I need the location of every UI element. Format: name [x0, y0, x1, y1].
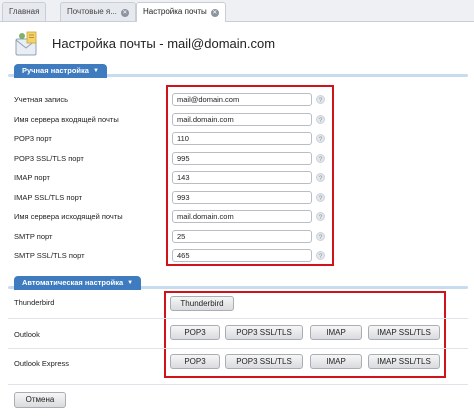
- row-divider: [8, 348, 468, 349]
- field-label: POP3 SSL/TLS порт: [14, 154, 84, 163]
- help-icon[interactable]: ?: [316, 251, 325, 260]
- client-label-outlook: Outlook: [14, 330, 40, 339]
- tab-mail-settings[interactable]: Настройка почты ✕: [136, 2, 226, 22]
- client-label-outlook-express: Outlook Express: [14, 359, 70, 368]
- outlook-express-imap-button[interactable]: IMAP: [310, 354, 362, 369]
- auto-settings-toggle[interactable]: Автоматическая настройка ▼: [14, 276, 142, 290]
- field-label: IMAP порт: [14, 173, 50, 182]
- setting-field[interactable]: [172, 113, 312, 126]
- outlook-pop3-button[interactable]: POP3: [170, 325, 220, 340]
- field-label: SMTP порт: [14, 232, 53, 241]
- help-icon[interactable]: ?: [316, 154, 325, 163]
- field-label: POP3 порт: [14, 134, 52, 143]
- chevron-down-icon: ▼: [127, 280, 134, 286]
- close-icon[interactable]: ✕: [120, 9, 129, 17]
- outlook-express-pop3-button[interactable]: POP3: [170, 354, 220, 369]
- auto-settings-title: Автоматическая настройка: [22, 278, 124, 287]
- setting-field[interactable]: [172, 171, 312, 184]
- outlook-express-pop3-ssl-button[interactable]: POP3 SSL/TLS: [225, 354, 303, 369]
- client-label-thunderbird: Thunderbird: [14, 298, 55, 307]
- outlook-imap-ssl-button[interactable]: IMAP SSL/TLS: [368, 325, 440, 340]
- outlook-pop3-ssl-button[interactable]: POP3 SSL/TLS: [225, 325, 303, 340]
- help-icon[interactable]: ?: [316, 173, 325, 182]
- setting-field[interactable]: [172, 191, 312, 204]
- outlook-express-imap-ssl-button[interactable]: IMAP SSL/TLS: [368, 354, 440, 369]
- setting-field[interactable]: [172, 210, 312, 223]
- mail-settings-icon: [15, 31, 37, 56]
- tab-mailboxes-label: Почтовые я...: [67, 7, 117, 16]
- field-label: Имя сервера входящей почты: [14, 115, 119, 124]
- setting-field[interactable]: [172, 152, 312, 165]
- field-label: IMAP SSL/TLS порт: [14, 193, 83, 202]
- setting-field[interactable]: [172, 132, 312, 145]
- setting-field[interactable]: [172, 249, 312, 262]
- close-icon[interactable]: ✕: [210, 9, 219, 17]
- manual-settings-toggle[interactable]: Ручная настройка ▼: [14, 64, 107, 78]
- tab-mailboxes[interactable]: Почтовые я... ✕: [60, 2, 136, 21]
- tab-home[interactable]: Главная: [2, 2, 47, 21]
- manual-settings-title: Ручная настройка: [22, 66, 89, 75]
- help-icon[interactable]: ?: [316, 115, 325, 124]
- row-divider: [8, 318, 468, 319]
- help-icon[interactable]: ?: [316, 134, 325, 143]
- help-icon[interactable]: ?: [316, 232, 325, 241]
- cancel-button[interactable]: Отмена: [14, 392, 66, 408]
- field-label: SMTP SSL/TLS порт: [14, 251, 85, 260]
- field-label: Имя сервера исходящей почты: [14, 212, 123, 221]
- help-icon[interactable]: ?: [316, 212, 325, 221]
- tab-home-label: Главная: [9, 7, 40, 16]
- page-title: Настройка почты - mail@domain.com: [52, 36, 276, 51]
- thunderbird-button[interactable]: Thunderbird: [170, 296, 234, 311]
- tab-mail-settings-label: Настройка почты: [143, 7, 207, 16]
- help-icon[interactable]: ?: [316, 95, 325, 104]
- row-divider: [8, 384, 468, 385]
- help-icon[interactable]: ?: [316, 193, 325, 202]
- tab-bar: Главная Почтовые я... ✕ Настройка почты ✕: [0, 0, 474, 22]
- setting-field[interactable]: [172, 93, 312, 106]
- setting-field[interactable]: [172, 230, 312, 243]
- outlook-imap-button[interactable]: IMAP: [310, 325, 362, 340]
- chevron-down-icon: ▼: [92, 68, 99, 74]
- field-label: Учетная запись: [14, 95, 69, 104]
